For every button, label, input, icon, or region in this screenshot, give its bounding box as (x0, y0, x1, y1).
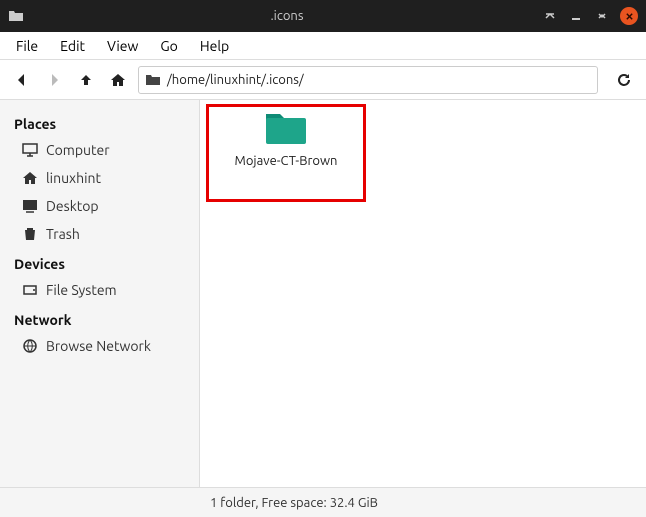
sidebar-item-computer[interactable]: Computer (4, 136, 195, 164)
home-button[interactable] (106, 68, 130, 92)
minimize-button[interactable] (568, 8, 584, 24)
body: Places Computer linuxhint Desktop (0, 100, 646, 487)
menu-help[interactable]: Help (190, 34, 239, 58)
titlebar-folder-icon (8, 8, 24, 24)
sidebar: Places Computer linuxhint Desktop (0, 100, 200, 487)
window-controls (542, 7, 638, 25)
file-manager-window: .icons File Edit View Go Help (0, 0, 646, 517)
globe-icon (22, 338, 38, 354)
window-title: .icons (32, 9, 542, 23)
menu-go[interactable]: Go (150, 34, 187, 58)
monitor-icon (22, 142, 38, 158)
sidebar-item-filesystem[interactable]: File System (4, 276, 195, 304)
sidebar-heading-network: Network (4, 304, 195, 332)
folder-mojave-ct-brown[interactable]: Mojave-CT-Brown (214, 108, 358, 168)
sidebar-item-browse-network[interactable]: Browse Network (4, 332, 195, 360)
up-button[interactable] (74, 68, 98, 92)
maximize-button[interactable] (594, 8, 610, 24)
sidebar-item-trash[interactable]: Trash (4, 220, 195, 248)
close-button[interactable] (620, 7, 638, 25)
keep-on-top-button[interactable] (542, 8, 558, 24)
home-icon (22, 170, 38, 186)
sidebar-item-desktop[interactable]: Desktop (4, 192, 195, 220)
sidebar-item-label: Trash (46, 226, 80, 242)
titlebar: .icons (0, 0, 646, 32)
sidebar-item-label: File System (46, 282, 117, 298)
path-text: /home/linuxhint/.icons/ (167, 73, 591, 87)
folder-icon (262, 108, 310, 148)
pathbar-folder-icon (145, 72, 161, 88)
content-area[interactable]: Mojave-CT-Brown (200, 100, 646, 487)
statusbar: 1 folder, Free space: 32.4 GiB (0, 487, 646, 517)
menu-edit[interactable]: Edit (50, 34, 95, 58)
drive-icon (22, 282, 38, 298)
menu-view[interactable]: View (97, 34, 148, 58)
reload-button[interactable] (612, 68, 636, 92)
sidebar-item-label: linuxhint (46, 170, 101, 186)
desktop-icon (22, 198, 38, 214)
menubar: File Edit View Go Help (0, 32, 646, 60)
forward-button[interactable] (42, 68, 66, 92)
folder-label: Mojave-CT-Brown (235, 154, 338, 168)
sidebar-item-label: Computer (46, 142, 110, 158)
statusbar-text: 1 folder, Free space: 32.4 GiB (210, 496, 378, 510)
back-button[interactable] (10, 68, 34, 92)
sidebar-heading-devices: Devices (4, 248, 195, 276)
sidebar-item-label: Desktop (46, 198, 99, 214)
sidebar-item-label: Browse Network (46, 338, 151, 354)
path-bar[interactable]: /home/linuxhint/.icons/ (138, 66, 598, 94)
sidebar-item-home[interactable]: linuxhint (4, 164, 195, 192)
trash-icon (22, 226, 38, 242)
sidebar-heading-places: Places (4, 108, 195, 136)
toolbar: /home/linuxhint/.icons/ (0, 60, 646, 100)
menu-file[interactable]: File (6, 34, 48, 58)
